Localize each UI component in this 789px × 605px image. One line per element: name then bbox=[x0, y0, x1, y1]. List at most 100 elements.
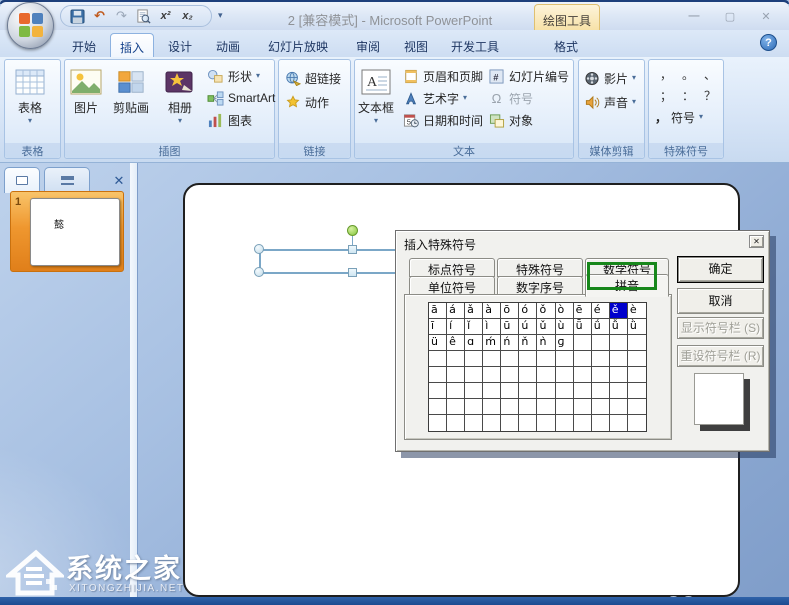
save-icon[interactable] bbox=[69, 8, 86, 25]
symbol-cell[interactable] bbox=[537, 399, 555, 415]
tab-format[interactable]: 格式 bbox=[536, 33, 596, 57]
smartart-button[interactable]: SmartArt bbox=[207, 89, 275, 107]
symbol-cell[interactable] bbox=[429, 399, 447, 415]
symbol-cell[interactable] bbox=[483, 367, 501, 383]
symbol-cell[interactable] bbox=[483, 383, 501, 399]
dialog-close-icon[interactable]: ✕ bbox=[749, 235, 764, 248]
symbol-cell[interactable] bbox=[556, 383, 574, 399]
symbol-cell[interactable] bbox=[556, 367, 574, 383]
symbol-cell[interactable]: ō bbox=[501, 303, 519, 319]
tab-developer[interactable]: 开发工具 bbox=[442, 33, 508, 57]
symbol-cell[interactable]: ē bbox=[574, 303, 592, 319]
symbol-cell[interactable]: à bbox=[483, 303, 501, 319]
symbol-cell[interactable] bbox=[465, 383, 483, 399]
symbol-cell[interactable]: ù bbox=[556, 319, 574, 335]
symbol-cell[interactable] bbox=[628, 351, 646, 367]
slide-thumbnail[interactable]: 懿 bbox=[30, 198, 120, 266]
symbol-cell[interactable]: ā bbox=[429, 303, 447, 319]
movie-button[interactable]: 影片 ▾ bbox=[583, 69, 636, 87]
symbol-cell[interactable] bbox=[592, 415, 610, 431]
symbol-cell[interactable] bbox=[519, 383, 537, 399]
album-button[interactable]: 相册 ▾ bbox=[163, 64, 197, 124]
undo-icon[interactable]: ↶ bbox=[91, 8, 108, 25]
symbol-cell[interactable]: ú bbox=[519, 319, 537, 335]
symbol-cell[interactable] bbox=[592, 399, 610, 415]
symbol-cell[interactable] bbox=[628, 399, 646, 415]
tab-outline[interactable] bbox=[44, 167, 90, 193]
symbol-cell[interactable] bbox=[610, 367, 628, 383]
cancel-button[interactable]: 取消 bbox=[677, 288, 764, 314]
tab-home[interactable]: 开始 bbox=[62, 33, 106, 57]
textbox-border-top[interactable] bbox=[259, 249, 400, 251]
clipart-button[interactable]: 剪贴画 bbox=[113, 64, 149, 116]
symbol-cell[interactable] bbox=[537, 367, 555, 383]
symbol-period-button[interactable]: 。 bbox=[679, 66, 697, 81]
symbol-cell[interactable] bbox=[628, 415, 646, 431]
symbol-cell[interactable] bbox=[519, 415, 537, 431]
symbol-cell[interactable] bbox=[447, 351, 465, 367]
symbol-cell[interactable]: ü bbox=[429, 335, 447, 351]
symbol-cell[interactable] bbox=[592, 383, 610, 399]
symbol-cell[interactable] bbox=[519, 399, 537, 415]
symbol-cell[interactable] bbox=[574, 335, 592, 351]
tab-review[interactable]: 审阅 bbox=[346, 33, 390, 57]
symbol-cell[interactable]: ǘ bbox=[592, 319, 610, 335]
symbol-cell[interactable] bbox=[610, 399, 628, 415]
maximize-button[interactable]: ▢ bbox=[719, 10, 741, 25]
symbol-cell[interactable] bbox=[501, 367, 519, 383]
resize-handle-topleft[interactable] bbox=[254, 244, 264, 254]
symbol-cell[interactable] bbox=[537, 383, 555, 399]
pane-close-icon[interactable]: ✕ bbox=[110, 172, 128, 190]
symbol-cell[interactable]: ó bbox=[519, 303, 537, 319]
subscript-button[interactable]: x₂ bbox=[179, 8, 196, 25]
symbol-cell[interactable]: ì bbox=[483, 319, 501, 335]
symbol-cell[interactable] bbox=[556, 351, 574, 367]
symbol-cell[interactable] bbox=[537, 415, 555, 431]
hyperlink-button[interactable]: 超链接 bbox=[284, 69, 341, 87]
symbol-cell[interactable]: é bbox=[592, 303, 610, 319]
tab-view[interactable]: 视图 bbox=[394, 33, 438, 57]
dialog-tab-numbers[interactable]: 数字序号 bbox=[497, 276, 583, 295]
symbol-cell[interactable]: ǹ bbox=[537, 335, 555, 351]
symbol-cell[interactable] bbox=[574, 399, 592, 415]
symbol-cell[interactable]: ń bbox=[501, 335, 519, 351]
symbol-cell[interactable] bbox=[501, 383, 519, 399]
symbol-cell[interactable] bbox=[519, 367, 537, 383]
tab-slideshow[interactable]: 幻灯片放映 bbox=[254, 33, 342, 57]
tab-design[interactable]: 设计 bbox=[158, 33, 202, 57]
office-button[interactable] bbox=[7, 2, 54, 49]
slide-thumbnail-selected[interactable]: 1 懿 bbox=[10, 191, 124, 272]
symbol-cell[interactable]: ɑ bbox=[465, 335, 483, 351]
shapes-button[interactable]: 形状 ▾ bbox=[207, 67, 260, 85]
symbol-cell[interactable]: ǖ bbox=[574, 319, 592, 335]
more-symbols-button[interactable]: ， 符号 ▾ bbox=[655, 108, 703, 126]
help-icon[interactable]: ? bbox=[760, 34, 777, 51]
symbol-cell[interactable] bbox=[519, 351, 537, 367]
symbol-cell[interactable] bbox=[628, 367, 646, 383]
action-button[interactable]: 动作 bbox=[284, 93, 329, 111]
symbol-cell[interactable] bbox=[501, 399, 519, 415]
symbol-cell[interactable] bbox=[429, 351, 447, 367]
symbol-semicolon-button[interactable]: ； bbox=[657, 87, 675, 102]
qat-customize-icon[interactable]: ▾ bbox=[218, 10, 223, 21]
chart-button[interactable]: 图表 bbox=[207, 111, 252, 129]
symbol-cell[interactable] bbox=[483, 351, 501, 367]
symbol-cell[interactable]: í bbox=[447, 319, 465, 335]
symbol-cell[interactable] bbox=[592, 335, 610, 351]
picture-button[interactable]: 图片 bbox=[69, 64, 103, 116]
symbol-cell[interactable] bbox=[501, 415, 519, 431]
header-footer-button[interactable]: 页眉和页脚 bbox=[402, 67, 483, 85]
symbol-cell-selected[interactable]: ě bbox=[610, 303, 628, 319]
symbol-cell[interactable] bbox=[628, 383, 646, 399]
resize-handle-bottom[interactable] bbox=[348, 268, 357, 277]
symbol-cell[interactable] bbox=[537, 351, 555, 367]
symbol-question-button[interactable]: ？ bbox=[701, 87, 719, 102]
symbol-cell[interactable] bbox=[610, 335, 628, 351]
tab-animations[interactable]: 动画 bbox=[206, 33, 250, 57]
symbol-cell[interactable] bbox=[610, 415, 628, 431]
symbol-cell[interactable] bbox=[429, 383, 447, 399]
dialog-tab-units[interactable]: 单位符号 bbox=[409, 276, 495, 295]
symbol-cell[interactable]: ǜ bbox=[628, 319, 646, 335]
symbol-colon-button[interactable]: ： bbox=[679, 87, 697, 102]
symbol-cell[interactable] bbox=[501, 351, 519, 367]
